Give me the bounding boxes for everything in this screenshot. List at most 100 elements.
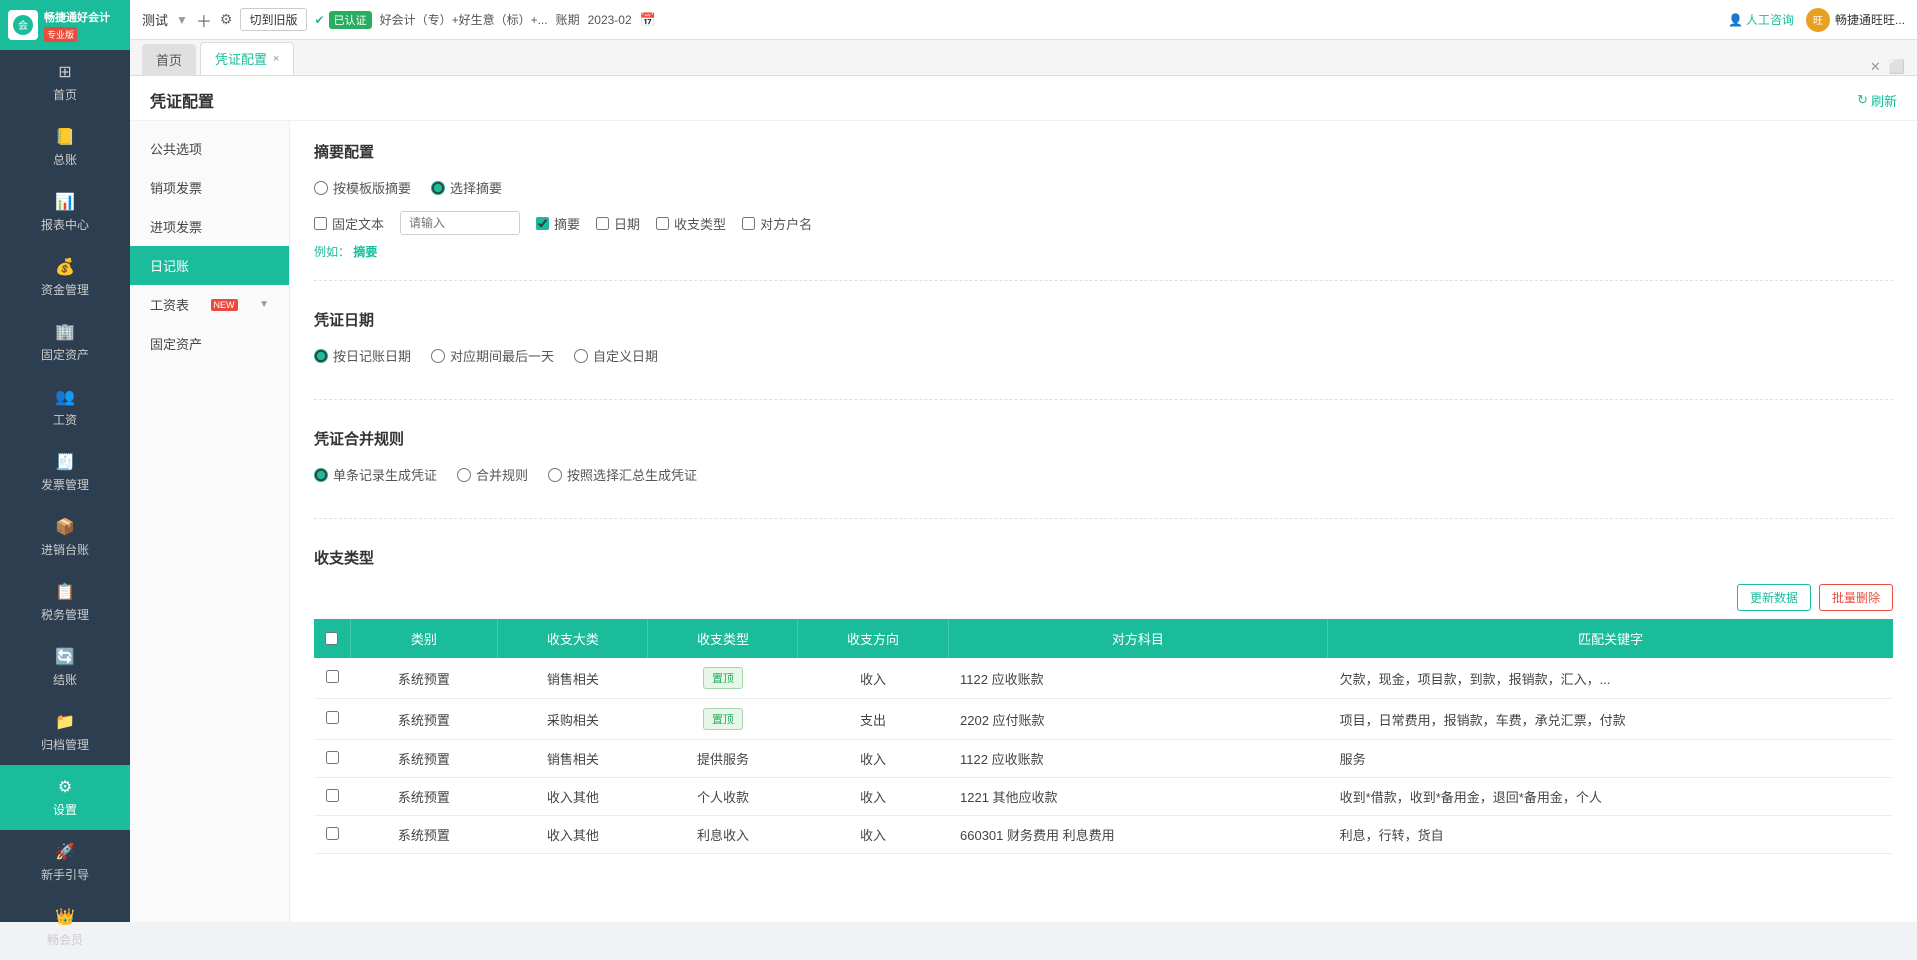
- radio-period-last-day[interactable]: 对应期间最后一天: [431, 346, 554, 365]
- logo-text: 畅捷通好会计 专业版: [44, 9, 110, 42]
- checkbox-payment-type[interactable]: 收支类型: [656, 214, 726, 233]
- ai-consult-link[interactable]: 👤 人工咨询: [1728, 11, 1794, 28]
- tab-home[interactable]: 首页: [142, 44, 196, 75]
- voucher-date-radio-group: 按日记账日期 对应期间最后一天 自定义日期: [314, 346, 1893, 365]
- radio-select-summary[interactable]: 选择摘要: [431, 178, 502, 197]
- left-nav-payroll[interactable]: 工资表 NEW ▼: [130, 285, 289, 324]
- summary-config-section: 摘要配置 按模板版摘要 选择摘要: [314, 141, 1893, 281]
- sidebar-item-guide[interactable]: 🚀 新手引导: [0, 830, 130, 895]
- sidebar-item-archive[interactable]: 📁 归档管理: [0, 700, 130, 765]
- row-checkbox-4[interactable]: [326, 827, 339, 840]
- topbar-gear-icon[interactable]: ⚙: [220, 11, 233, 28]
- refresh-button[interactable]: ↻ 刷新: [1857, 91, 1897, 110]
- row-direction: 支出: [798, 699, 948, 740]
- checkbox-counterparty[interactable]: 对方户名: [742, 214, 812, 233]
- voucher-date-section: 凭证日期 按日记账日期 对应期间最后一天 自定义日期: [314, 309, 1893, 400]
- topbar-dropdown-icon[interactable]: ▼: [176, 13, 188, 27]
- radio-by-ledger-date[interactable]: 按日记账日期: [314, 346, 411, 365]
- sidebar-item-payroll[interactable]: 👥 工资: [0, 375, 130, 440]
- content-header: 凭证配置 ↻ 刷新: [130, 76, 1917, 121]
- row-category: 系统预置: [350, 816, 498, 854]
- row-direction: 收入: [798, 740, 948, 778]
- checkbox-fixed-text[interactable]: 固定文本: [314, 214, 384, 233]
- sidebar-item-ledger[interactable]: 📒 总账: [0, 115, 130, 180]
- batch-delete-button[interactable]: 批量删除: [1819, 584, 1893, 611]
- logo-icon: 会: [8, 10, 38, 40]
- page-content: 凭证配置 ↻ 刷新 公共选项 销项发票 进项发票 日记账: [130, 76, 1917, 922]
- report-icon: 📊: [55, 192, 75, 212]
- topbar-add-icon[interactable]: ＋: [196, 8, 212, 32]
- software-tag: 好会计（专）+好生意（标）+...: [380, 11, 548, 28]
- sidebar-item-fund[interactable]: 💰 资金管理: [0, 245, 130, 310]
- guide-icon: 🚀: [55, 842, 75, 862]
- table-row: 系统预置 收入其他 利息收入 收入 660301 财务费用 利息费用 利息，行转…: [314, 816, 1893, 854]
- left-nav-daily-ledger[interactable]: 日记账: [130, 246, 289, 285]
- row-category: 系统预置: [350, 699, 498, 740]
- page-title: 凭证配置: [150, 88, 214, 112]
- ledger-icon: 📒: [55, 127, 75, 147]
- window-expand-icon[interactable]: ⬜: [1889, 59, 1905, 75]
- row-checkbox-cell: [314, 658, 350, 699]
- sidebar-item-invoice[interactable]: 🧾 发票管理: [0, 440, 130, 505]
- update-data-button[interactable]: 更新数据: [1737, 584, 1811, 611]
- row-checkbox-2[interactable]: [326, 751, 339, 764]
- row-checkbox-1[interactable]: [326, 711, 339, 724]
- sidebar-item-purchase[interactable]: 📦 进销台账: [0, 505, 130, 570]
- checkbox-summary[interactable]: 摘要: [536, 214, 580, 233]
- fixed-text-input[interactable]: [400, 211, 520, 235]
- top-button[interactable]: 置顶: [703, 667, 743, 689]
- th-checkbox: [314, 619, 350, 658]
- payroll-icon: 👥: [55, 387, 75, 407]
- row-account: 1122 应收账款: [948, 740, 1328, 778]
- left-nav-public[interactable]: 公共选项: [130, 129, 289, 168]
- sidebar-item-assets[interactable]: 🏢 固定资产: [0, 310, 130, 375]
- row-checkbox-3[interactable]: [326, 789, 339, 802]
- topbar-company-name: 测试: [142, 10, 168, 29]
- radio-custom-date[interactable]: 自定义日期: [574, 346, 658, 365]
- config-layout: 公共选项 销项发票 进项发票 日记账 工资表 NEW ▼ 固定资产: [130, 121, 1917, 922]
- row-account: 1221 其他应收款: [948, 778, 1328, 816]
- row-major: 销售相关: [498, 658, 648, 699]
- th-category: 类别: [350, 619, 498, 658]
- row-type: 置顶: [648, 658, 798, 699]
- table-row: 系统预置 采购相关 置顶 支出 2202 应付账款 项目，日常费用，报销款，车费…: [314, 699, 1893, 740]
- fund-icon: 💰: [55, 257, 75, 277]
- radio-single-record[interactable]: 单条记录生成凭证: [314, 465, 437, 484]
- sidebar-item-home[interactable]: ⊞ 首页: [0, 50, 130, 115]
- checkbox-date[interactable]: 日期: [596, 214, 640, 233]
- tab-voucher-config[interactable]: 凭证配置 ×: [200, 42, 294, 75]
- summary-config-title: 摘要配置: [314, 141, 1893, 162]
- radio-template-summary[interactable]: 按模板版摘要: [314, 178, 411, 197]
- main-area: 测试 ▼ ＋ ⚙ 切到旧版 ✔ 已认证 好会计（专）+好生意（标）+... 账期…: [130, 0, 1917, 922]
- sidebar-item-close[interactable]: 🔄 结账: [0, 635, 130, 700]
- sidebar-item-member[interactable]: 👑 畅会员: [0, 895, 130, 960]
- radio-merge-rule[interactable]: 合并规则: [457, 465, 528, 484]
- top-button[interactable]: 置顶: [703, 708, 743, 730]
- user-menu[interactable]: 旺 畅捷通旺旺...: [1806, 8, 1905, 32]
- switch-old-version-button[interactable]: 切到旧版: [240, 8, 306, 31]
- home-icon: ⊞: [58, 62, 71, 82]
- assets-icon: 🏢: [55, 322, 75, 342]
- sidebar: 会 畅捷通好会计 专业版 ⊞ 首页 📒 总账 📊 报表中心 💰 资金管理 🏢 固…: [0, 0, 130, 922]
- row-account: 2202 应付账款: [948, 699, 1328, 740]
- row-direction: 收入: [798, 778, 948, 816]
- radio-summary-total[interactable]: 按照选择汇总生成凭证: [548, 465, 697, 484]
- left-nav-sales-invoice[interactable]: 销项发票: [130, 168, 289, 207]
- left-nav-fixed-assets[interactable]: 固定资产: [130, 324, 289, 363]
- left-nav-purchase-invoice[interactable]: 进项发票: [130, 207, 289, 246]
- sidebar-item-report[interactable]: 📊 报表中心: [0, 180, 130, 245]
- row-checkbox-0[interactable]: [326, 670, 339, 683]
- summary-checkbox-row: 固定文本 摘要 日期 收支类型: [314, 211, 1893, 235]
- row-major: 收入其他: [498, 816, 648, 854]
- avatar: 旺: [1806, 8, 1830, 32]
- window-close-icon[interactable]: ✕: [1870, 59, 1881, 75]
- sidebar-item-tax[interactable]: 📋 税务管理: [0, 570, 130, 635]
- refresh-icon: ↻: [1857, 92, 1868, 108]
- sidebar-item-settings[interactable]: ⚙ 设置: [0, 765, 130, 830]
- archive-icon: 📁: [55, 712, 75, 732]
- select-all-checkbox[interactable]: [325, 632, 338, 645]
- tab-close-icon[interactable]: ×: [273, 53, 279, 65]
- row-category: 系统预置: [350, 778, 498, 816]
- period-value: 2023-02: [588, 13, 632, 27]
- calendar-icon[interactable]: 📅: [640, 12, 656, 28]
